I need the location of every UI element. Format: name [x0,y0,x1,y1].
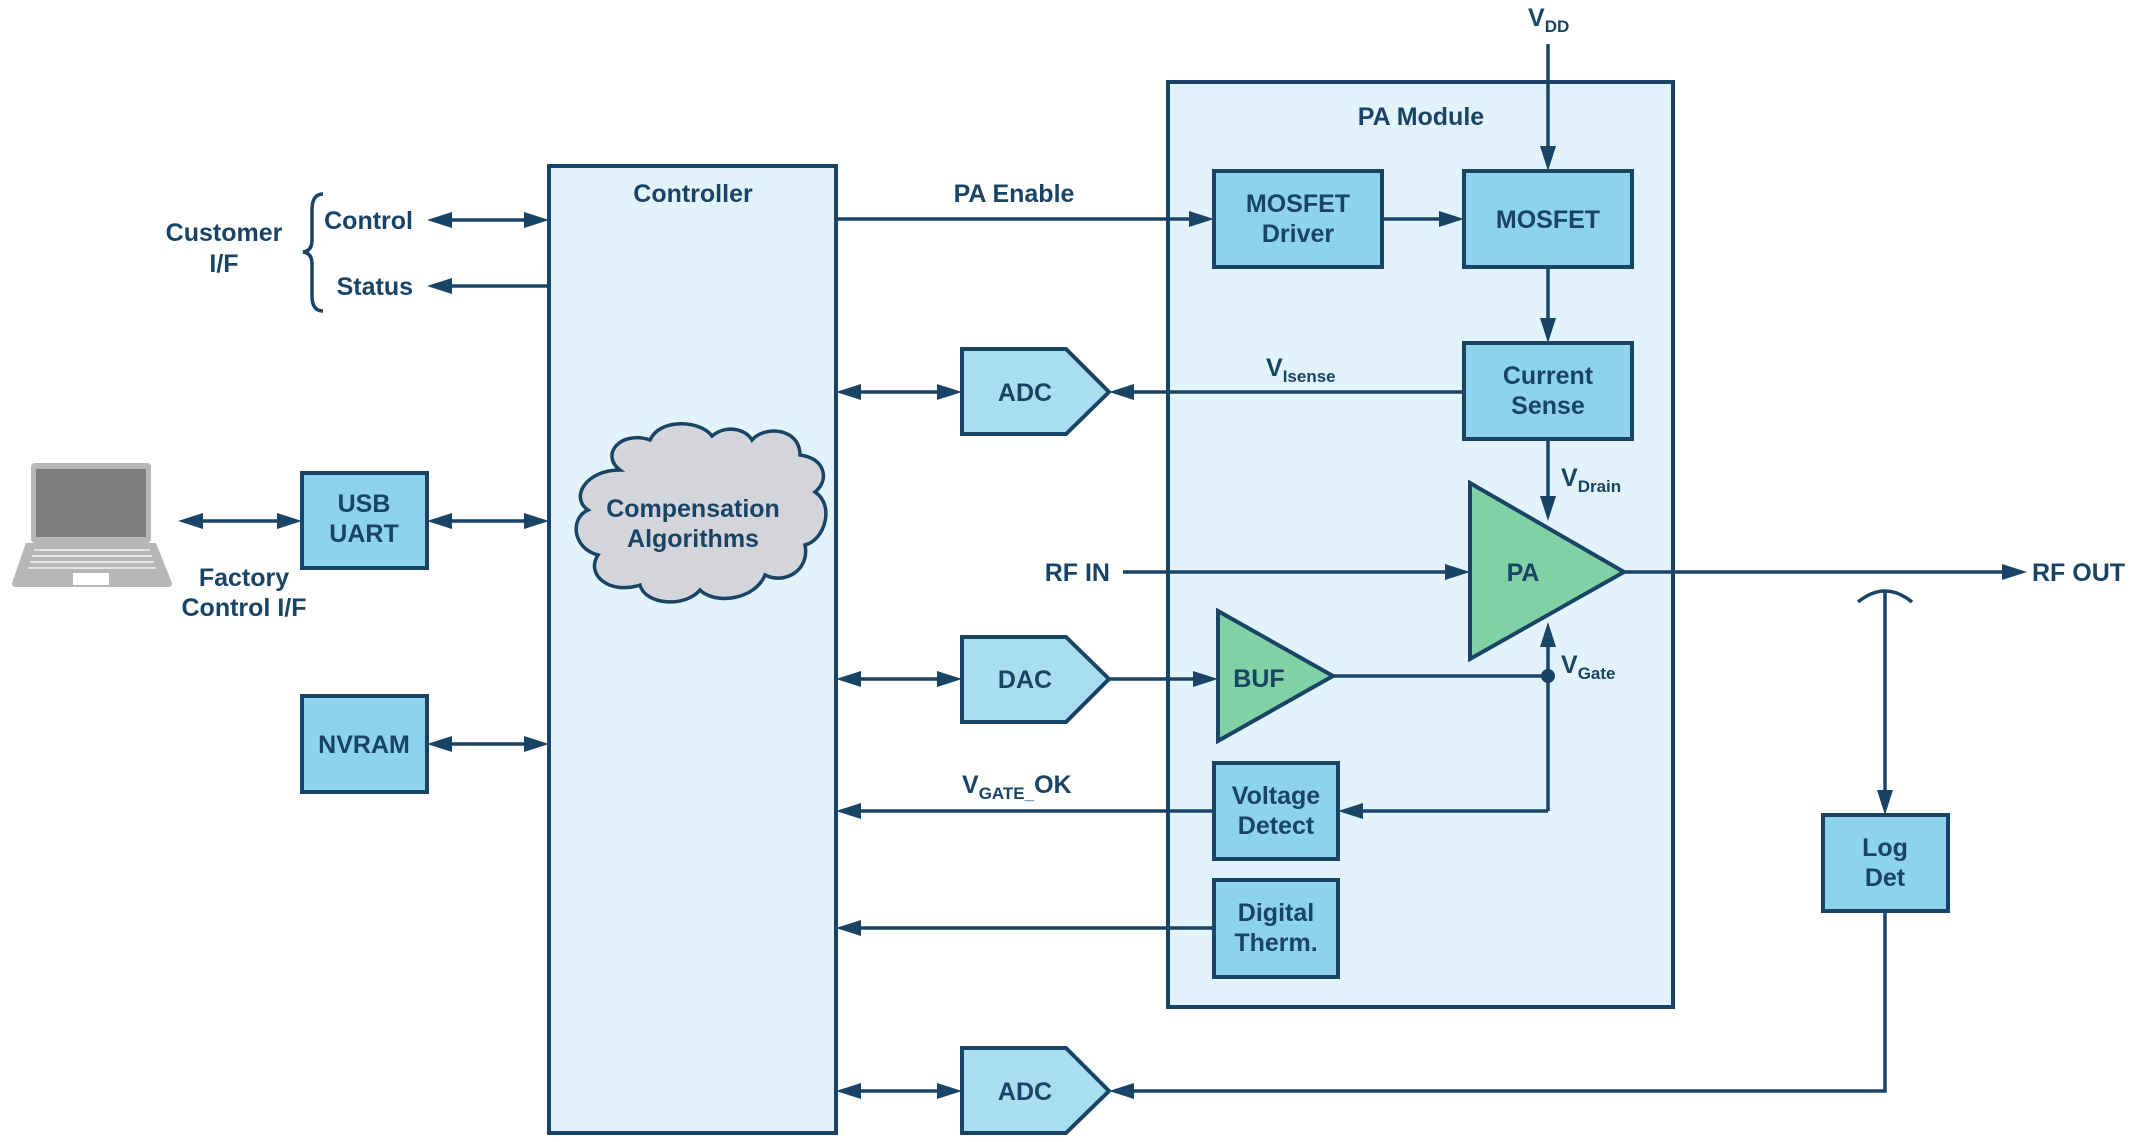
dac-label: DAC [998,666,1052,694]
voltage-detect-block[interactable] [1212,761,1340,861]
buf-label: BUF [1233,665,1284,693]
factory-if-line1: Factory [199,564,289,592]
voltage-detect-line2: Detect [1238,812,1315,840]
mosfet-driver-line1: MOSFET [1246,190,1350,218]
arrow-head [1109,1083,1134,1099]
nvram-label: NVRAM [318,731,410,759]
arrow-head [524,736,549,752]
arrow-head [836,1083,861,1099]
arrow-head [1877,790,1893,815]
adc-bottom-label: ADC [998,1078,1052,1106]
log-det-block[interactable] [1821,813,1950,913]
customer-if-line1: Customer [166,219,283,247]
arrow-head [836,803,861,819]
mosfet-driver-block[interactable] [1212,169,1384,269]
current-sense-line2: Sense [1511,392,1585,420]
arrow-head [836,920,861,936]
arrow-head [937,1083,962,1099]
customer-if-line2: I/F [209,250,238,278]
pa-label: PA [1507,559,1540,587]
v-gate-ok-label: VGATE_OK [962,771,1072,803]
voltage-detect-line1: Voltage [1232,782,1321,810]
vdd-label: VDD [1528,4,1569,36]
usb-uart-line1: USB [338,490,391,518]
cloud-line2: Algorithms [627,525,759,553]
controller-title: Controller [633,180,753,208]
controller-block[interactable] [547,164,838,1135]
arrow-head [836,671,861,687]
arrow-head [427,513,452,529]
current-sense-line1: Current [1503,362,1594,390]
junction-dot [1541,669,1555,683]
current-sense-block[interactable] [1462,341,1634,441]
adc-top-label: ADC [998,379,1052,407]
pa-control-block-diagram: Controller PA Module Compensation Algori… [12,4,2125,1135]
rf-in-label: RF IN [1045,559,1110,587]
arrow-head [836,384,861,400]
laptop-icon [12,463,172,587]
arrow-head [427,212,452,228]
rf-out-label: RF OUT [2032,559,2125,587]
usb-uart-line2: UART [329,520,398,548]
factory-if-line2: Control I/F [182,594,307,622]
mosfet-label: MOSFET [1496,206,1600,234]
mosfet-driver-line2: Driver [1262,220,1335,248]
log-det-line1: Log [1862,834,1908,862]
arrow-head [937,384,962,400]
arrow-head [427,278,452,294]
cloud-line1: Compensation [606,495,780,523]
arrow-head [427,736,452,752]
digital-therm-line1: Digital [1238,899,1314,927]
arrow-head [937,671,962,687]
arrow-head [1109,384,1134,400]
arrow-head [524,212,549,228]
control-label: Control [324,207,413,235]
arrow-head [178,513,203,529]
arrow-head [2002,564,2027,580]
brace [302,192,324,313]
pa-module-title: PA Module [1358,103,1484,131]
status-label: Status [337,273,413,301]
arrow-head [277,513,302,529]
pa-enable-label: PA Enable [954,180,1075,208]
log-det-line2: Det [1865,864,1906,892]
digital-therm-line2: Therm. [1234,929,1317,957]
arrow-head [524,513,549,529]
